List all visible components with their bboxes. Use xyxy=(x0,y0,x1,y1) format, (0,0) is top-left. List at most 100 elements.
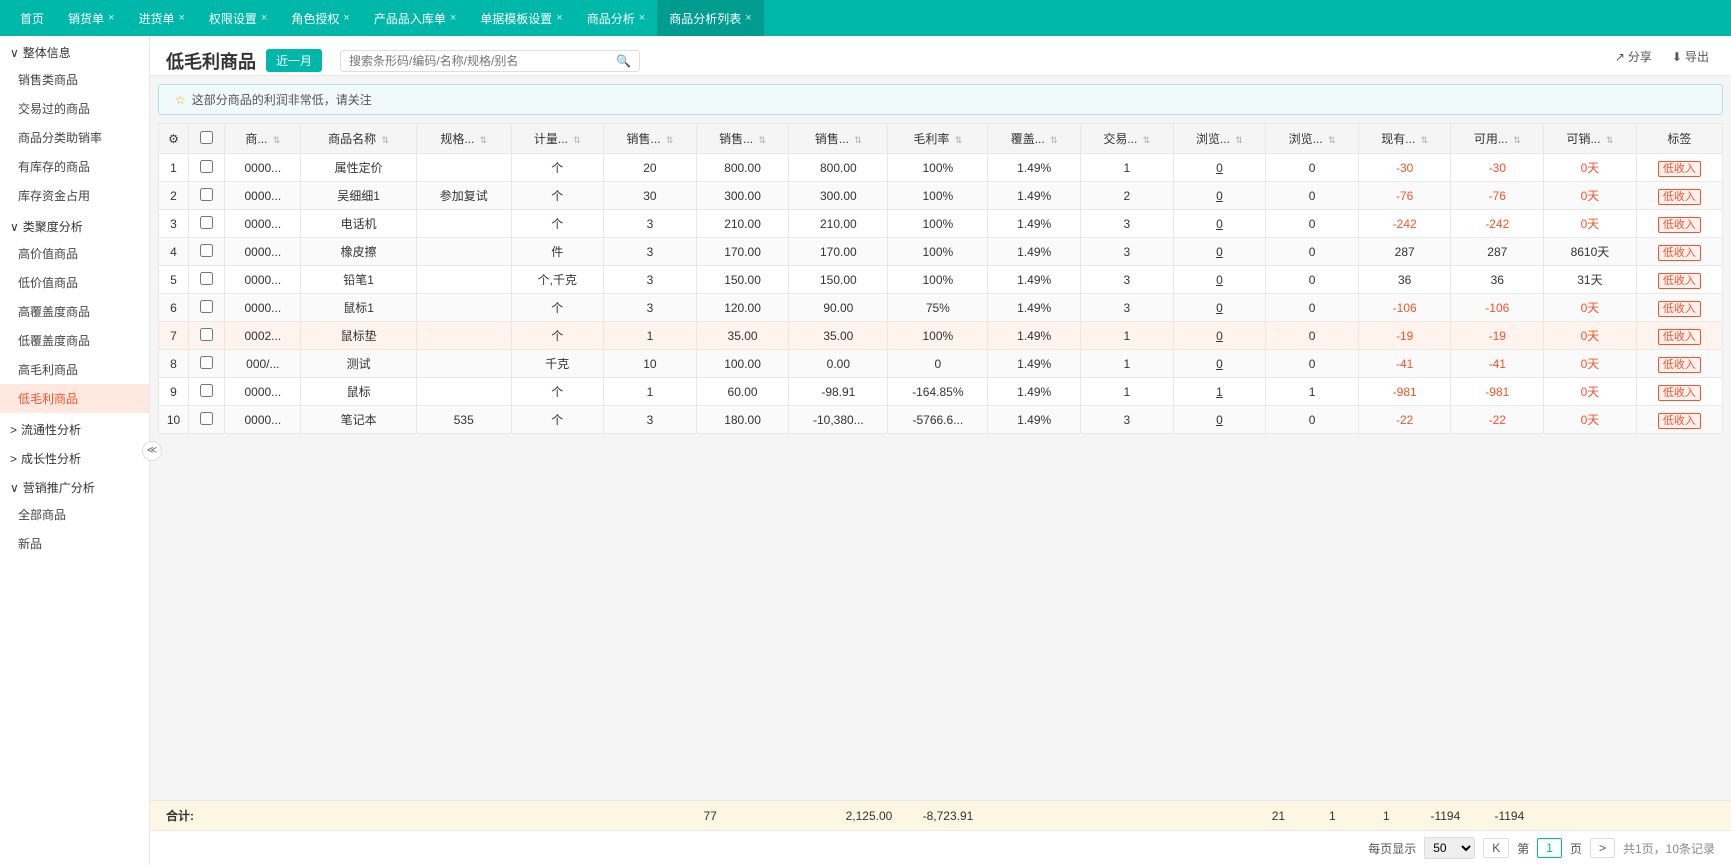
close-permission-tab[interactable]: × xyxy=(261,12,267,24)
row-browse1[interactable]: 0 xyxy=(1173,182,1266,210)
close-role-tab[interactable]: × xyxy=(343,12,349,24)
row-browse1[interactable]: 0 xyxy=(1173,294,1266,322)
row-browse1[interactable]: 0 xyxy=(1173,322,1266,350)
row-select-checkbox[interactable] xyxy=(200,244,213,257)
row-tag: 低收入 xyxy=(1636,378,1722,406)
nav-permission[interactable]: 权限设置 × xyxy=(197,0,279,36)
row-select-checkbox[interactable] xyxy=(200,216,213,229)
col-settings[interactable]: ⚙ xyxy=(159,124,189,154)
row-checkbox[interactable] xyxy=(189,322,225,350)
col-browse2[interactable]: 浏览... ⇅ xyxy=(1266,124,1359,154)
sidebar-group-cluster[interactable]: ∨ 类聚度分析 xyxy=(0,210,149,239)
close-template-tab[interactable]: × xyxy=(556,12,562,24)
share-button[interactable]: ↗ 分享 xyxy=(1609,46,1658,67)
sidebar-item-new-products[interactable]: 新品 xyxy=(0,529,149,558)
row-select-checkbox[interactable] xyxy=(200,160,213,173)
sidebar-item-traded-products[interactable]: 交易过的商品 xyxy=(0,94,149,123)
row-select-checkbox[interactable] xyxy=(200,384,213,397)
col-stock[interactable]: 现有... ⇅ xyxy=(1358,124,1451,154)
sidebar-item-all-products[interactable]: 全部商品 xyxy=(0,500,149,529)
col-browse1[interactable]: 浏览... ⇅ xyxy=(1173,124,1266,154)
sidebar-item-low-coverage[interactable]: 低覆盖度商品 xyxy=(0,326,149,355)
col-sales-qty[interactable]: 销售... ⇅ xyxy=(604,124,697,154)
col-available[interactable]: 可用... ⇅ xyxy=(1451,124,1544,154)
close-list-tab[interactable]: × xyxy=(745,12,751,24)
nav-product-analysis-list[interactable]: 商品分析列表 × xyxy=(657,0,763,36)
close-sales-tab[interactable]: × xyxy=(108,12,114,24)
row-browse1[interactable]: 0 xyxy=(1173,406,1266,434)
search-box[interactable]: 🔍 xyxy=(340,50,640,72)
row-no: 10 xyxy=(159,406,189,434)
nav-role[interactable]: 角色授权 × xyxy=(279,0,361,36)
close-analysis-tab[interactable]: × xyxy=(639,12,645,24)
col-sales-cost[interactable]: 销售... ⇅ xyxy=(789,124,888,154)
close-purchase-tab[interactable]: × xyxy=(178,12,184,24)
col-product-code[interactable]: 商... ⇅ xyxy=(225,124,301,154)
col-spec[interactable]: 规格... ⇅ xyxy=(417,124,511,154)
col-gross-pct[interactable]: 毛利率 ⇅ xyxy=(888,124,988,154)
col-unit[interactable]: 计量... ⇅ xyxy=(511,124,604,154)
sidebar-item-stocked-products[interactable]: 有库存的商品 xyxy=(0,152,149,181)
row-checkbox[interactable] xyxy=(189,238,225,266)
row-browse1[interactable]: 1 xyxy=(1173,378,1266,406)
sidebar-item-high-coverage[interactable]: 高覆盖度商品 xyxy=(0,297,149,326)
filter-button[interactable]: 近一月 xyxy=(266,49,322,72)
nav-product-analysis[interactable]: 商品分析 × xyxy=(575,0,657,36)
sidebar-group-circulation[interactable]: > 流通性分析 xyxy=(0,413,149,442)
sidebar-collapse-button[interactable]: ≪ xyxy=(142,441,162,461)
row-select-checkbox[interactable] xyxy=(200,356,213,369)
nav-template[interactable]: 单据模板设置 × xyxy=(468,0,574,36)
sidebar-item-high-margin[interactable]: 高毛利商品 xyxy=(0,355,149,384)
sidebar-item-sales-products[interactable]: 销售类商品 xyxy=(0,65,149,94)
row-checkbox[interactable] xyxy=(189,294,225,322)
nav-home[interactable]: 首页 xyxy=(8,0,56,36)
tag-badge: 低收入 xyxy=(1658,245,1701,261)
table-wrapper[interactable]: ⚙ 商... ⇅ 商品名称 ⇅ 规格... ⇅ 计量... ⇅ 销售... ⇅ … xyxy=(150,115,1731,800)
row-checkbox[interactable] xyxy=(189,378,225,406)
row-select-checkbox[interactable] xyxy=(200,412,213,425)
nav-sales[interactable]: 销货单 × xyxy=(56,0,126,36)
row-checkbox[interactable] xyxy=(189,210,225,238)
search-input[interactable] xyxy=(349,54,616,68)
row-browse1[interactable]: 0 xyxy=(1173,350,1266,378)
col-product-name[interactable]: 商品名称 ⇅ xyxy=(301,124,417,154)
next-page-button[interactable]: > xyxy=(1590,838,1615,858)
row-select-checkbox[interactable] xyxy=(200,300,213,313)
col-sales-price[interactable]: 销售... ⇅ xyxy=(696,124,789,154)
col-checkbox-header[interactable] xyxy=(189,124,225,154)
first-page-button[interactable]: K xyxy=(1483,838,1509,858)
per-page-select[interactable]: 50 100 200 xyxy=(1424,837,1475,859)
sidebar-item-inventory-fund[interactable]: 库存资金占用 xyxy=(0,181,149,210)
row-checkbox[interactable] xyxy=(189,406,225,434)
sidebar-item-category-sales-rate[interactable]: 商品分类助销率 xyxy=(0,123,149,152)
row-browse1[interactable]: 0 xyxy=(1173,238,1266,266)
nav-purchase[interactable]: 进货单 × xyxy=(126,0,196,36)
row-checkbox[interactable] xyxy=(189,154,225,182)
row-checkbox[interactable] xyxy=(189,182,225,210)
col-trade[interactable]: 交易... ⇅ xyxy=(1080,124,1173,154)
sidebar-group-marketing[interactable]: ∨ 营销推广分析 xyxy=(0,471,149,500)
row-select-checkbox[interactable] xyxy=(200,188,213,201)
row-no: 6 xyxy=(159,294,189,322)
row-browse1[interactable]: 0 xyxy=(1173,266,1266,294)
row-browse1[interactable]: 0 xyxy=(1173,210,1266,238)
sidebar-item-high-value[interactable]: 高价值商品 xyxy=(0,239,149,268)
per-page-label: 每页显示 xyxy=(1368,840,1416,857)
export-button[interactable]: ⬇ 导出 xyxy=(1666,46,1715,67)
row-spec: 参加复试 xyxy=(417,182,511,210)
row-select-checkbox[interactable] xyxy=(200,328,213,341)
row-select-checkbox[interactable] xyxy=(200,272,213,285)
sidebar-item-low-value[interactable]: 低价值商品 xyxy=(0,268,149,297)
sidebar-group-overview[interactable]: ∨ 整体信息 xyxy=(0,36,149,65)
col-salable[interactable]: 可销... ⇅ xyxy=(1544,124,1637,154)
sidebar-item-low-margin[interactable]: 低毛利商品 xyxy=(0,384,149,413)
select-all-checkbox[interactable] xyxy=(200,131,213,144)
row-browse1[interactable]: 0 xyxy=(1173,154,1266,182)
row-checkbox[interactable] xyxy=(189,350,225,378)
search-icon[interactable]: 🔍 xyxy=(616,54,631,68)
col-coverage[interactable]: 覆盖... ⇅ xyxy=(988,124,1081,154)
nav-product-entry[interactable]: 产品品入库单 × xyxy=(362,0,468,36)
sidebar-group-growth[interactable]: > 成长性分析 xyxy=(0,442,149,471)
close-product-tab[interactable]: × xyxy=(450,12,456,24)
row-checkbox[interactable] xyxy=(189,266,225,294)
